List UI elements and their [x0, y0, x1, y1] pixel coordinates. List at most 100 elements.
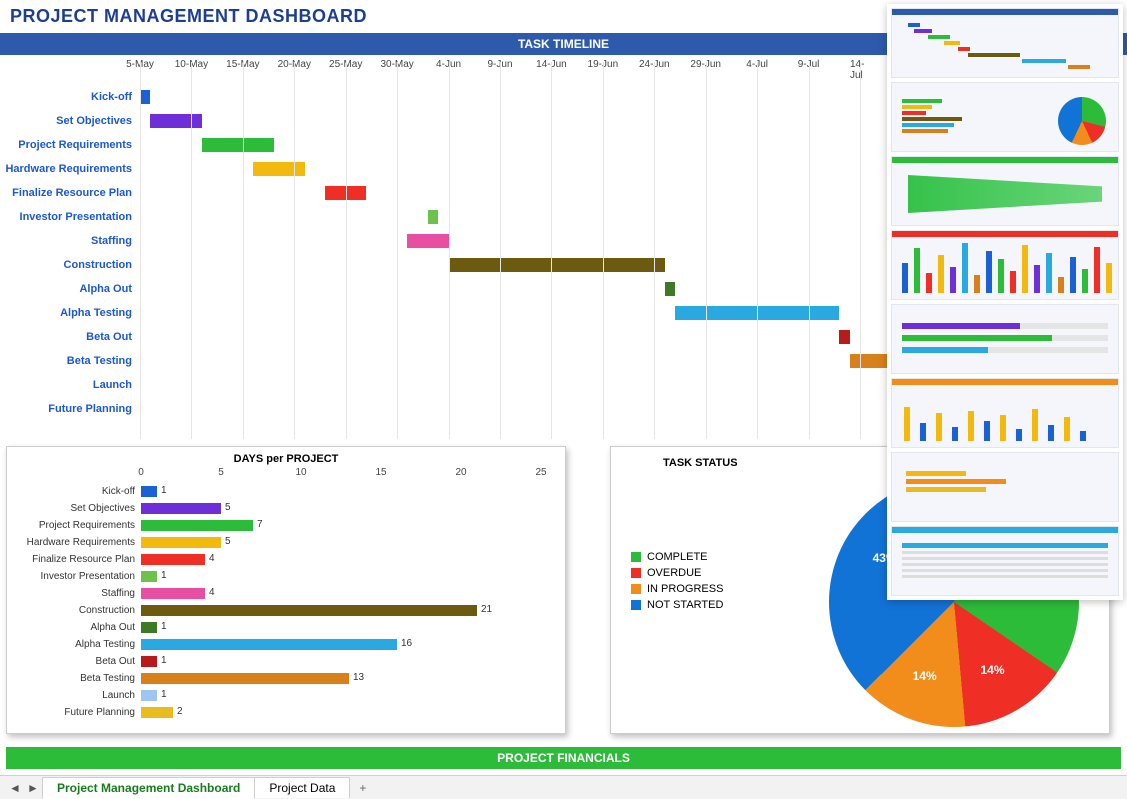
legend-swatch — [631, 584, 641, 594]
thumb-funnel — [891, 156, 1119, 226]
gantt-bar — [253, 162, 304, 176]
gantt-bar — [839, 330, 849, 344]
days-bar — [141, 707, 173, 718]
days-value: 1 — [161, 570, 167, 581]
days-row-label: Alpha Testing — [7, 639, 141, 650]
gantt-bar — [407, 234, 448, 248]
days-row: Alpha Out 1 — [7, 619, 565, 636]
gantt-task-label: Hardware Requirements — [0, 163, 140, 175]
days-row-label: Future Planning — [7, 707, 141, 718]
thumb-gantt-2 — [891, 452, 1119, 522]
gantt-row: Staffing — [0, 229, 880, 253]
thumb-gantt — [891, 8, 1119, 78]
days-bar — [141, 486, 157, 497]
days-row-label: Kick-off — [7, 486, 141, 497]
days-row-label: Beta Out — [7, 656, 141, 667]
days-row-label: Finalize Resource Plan — [7, 554, 141, 565]
days-row: Hardware Requirements5 — [7, 534, 565, 551]
days-value: 1 — [161, 621, 167, 632]
days-row: Construction 21 — [7, 602, 565, 619]
days-row-label: Project Requirements — [7, 520, 141, 531]
gantt-row: Finalize Resource Plan — [0, 181, 880, 205]
days-bar — [141, 571, 157, 582]
gantt-task-label: Construction — [0, 259, 140, 271]
legend-item: OVERDUE — [631, 567, 723, 579]
gantt-row: Launch — [0, 373, 880, 397]
legend-label: NOT STARTED — [647, 599, 723, 611]
days-value: 4 — [209, 587, 215, 598]
pie-slice-label: 14% — [913, 669, 937, 683]
gantt-task-label: Beta Out — [0, 331, 140, 343]
tab-nav-prev-icon[interactable]: ◄ — [6, 781, 24, 795]
legend-item: NOT STARTED — [631, 599, 723, 611]
sheet-tabs: ◄ ► Project Management Dashboard Project… — [0, 775, 1127, 799]
days-row-label: Alpha Out — [7, 622, 141, 633]
legend-item: COMPLETE — [631, 551, 723, 563]
gantt-row: Beta Testing — [0, 349, 880, 373]
thumb-table — [891, 526, 1119, 596]
section-financials-header: PROJECT FINANCIALS — [6, 747, 1121, 769]
gantt-row: Project Requirements — [0, 133, 880, 157]
gantt-task-label: Alpha Out — [0, 283, 140, 295]
gantt-task-label: Launch — [0, 379, 140, 391]
dashboard-thumbnails — [887, 4, 1123, 600]
tab-project-management-dashboard[interactable]: Project Management Dashboard — [42, 777, 255, 799]
gantt-row: Hardware Requirements — [0, 157, 880, 181]
days-title: DAYS per PROJECT — [7, 447, 565, 467]
days-row-label: Beta Testing — [7, 673, 141, 684]
days-axis-tick: 15 — [375, 467, 386, 478]
days-bar — [141, 656, 157, 667]
days-row: Beta Testing 13 — [7, 670, 565, 687]
legend-swatch — [631, 568, 641, 578]
days-row: Kick-off 1 — [7, 483, 565, 500]
days-value: 13 — [353, 672, 364, 683]
gantt-task-label: Kick-off — [0, 91, 140, 103]
days-row-label: Staffing — [7, 588, 141, 599]
pie-slice-label: 14% — [980, 663, 1004, 677]
gantt-row: Alpha Testing — [0, 301, 880, 325]
gantt-task-label: Future Planning — [0, 403, 140, 415]
days-bar — [141, 554, 205, 565]
tab-add-button[interactable]: + — [349, 778, 376, 798]
gantt-row: Investor Presentation — [0, 205, 880, 229]
thumb-progress — [891, 304, 1119, 374]
days-bar — [141, 537, 221, 548]
days-row-label: Investor Presentation — [7, 571, 141, 582]
gantt-bar — [665, 282, 675, 296]
days-axis-tick: 10 — [295, 467, 306, 478]
days-value: 1 — [161, 485, 167, 496]
thumb-bars-pie — [891, 82, 1119, 152]
gantt-row: Construction — [0, 253, 880, 277]
days-row: Launch1 — [7, 687, 565, 704]
days-row: Staffing 4 — [7, 585, 565, 602]
gantt-row: Kick-off — [0, 85, 880, 109]
days-row: Alpha Testing16 — [7, 636, 565, 653]
tab-nav-next-icon[interactable]: ► — [24, 781, 42, 795]
days-axis-tick: 0 — [138, 467, 144, 478]
gantt-bar — [150, 114, 201, 128]
days-value: 4 — [209, 553, 215, 564]
days-row-label: Construction — [7, 605, 141, 616]
days-row: Investor Presentation 1 — [7, 568, 565, 585]
gantt-task-label: Staffing — [0, 235, 140, 247]
gantt-row: Set Objectives — [0, 109, 880, 133]
gantt-row: Beta Out — [0, 325, 880, 349]
legend-label: IN PROGRESS — [647, 583, 723, 595]
tab-project-data[interactable]: Project Data — [254, 777, 350, 798]
days-value: 7 — [257, 519, 263, 530]
gantt-task-label: Project Requirements — [0, 139, 140, 151]
days-value: 21 — [481, 604, 492, 615]
legend-swatch — [631, 552, 641, 562]
days-row-label: Hardware Requirements — [7, 537, 141, 548]
gantt-chart: 5-May10-May15-May20-May25-May30-May4-Jun… — [0, 59, 880, 439]
days-value: 1 — [161, 655, 167, 666]
days-value: 2 — [177, 706, 183, 717]
days-row: Beta Out 1 — [7, 653, 565, 670]
gantt-task-label: Set Objectives — [0, 115, 140, 127]
gantt-task-label: Investor Presentation — [0, 211, 140, 223]
gantt-row: Alpha Out — [0, 277, 880, 301]
days-row: Future Planning 2 — [7, 704, 565, 721]
legend-item: IN PROGRESS — [631, 583, 723, 595]
legend-swatch — [631, 600, 641, 610]
days-value: 1 — [161, 689, 167, 700]
